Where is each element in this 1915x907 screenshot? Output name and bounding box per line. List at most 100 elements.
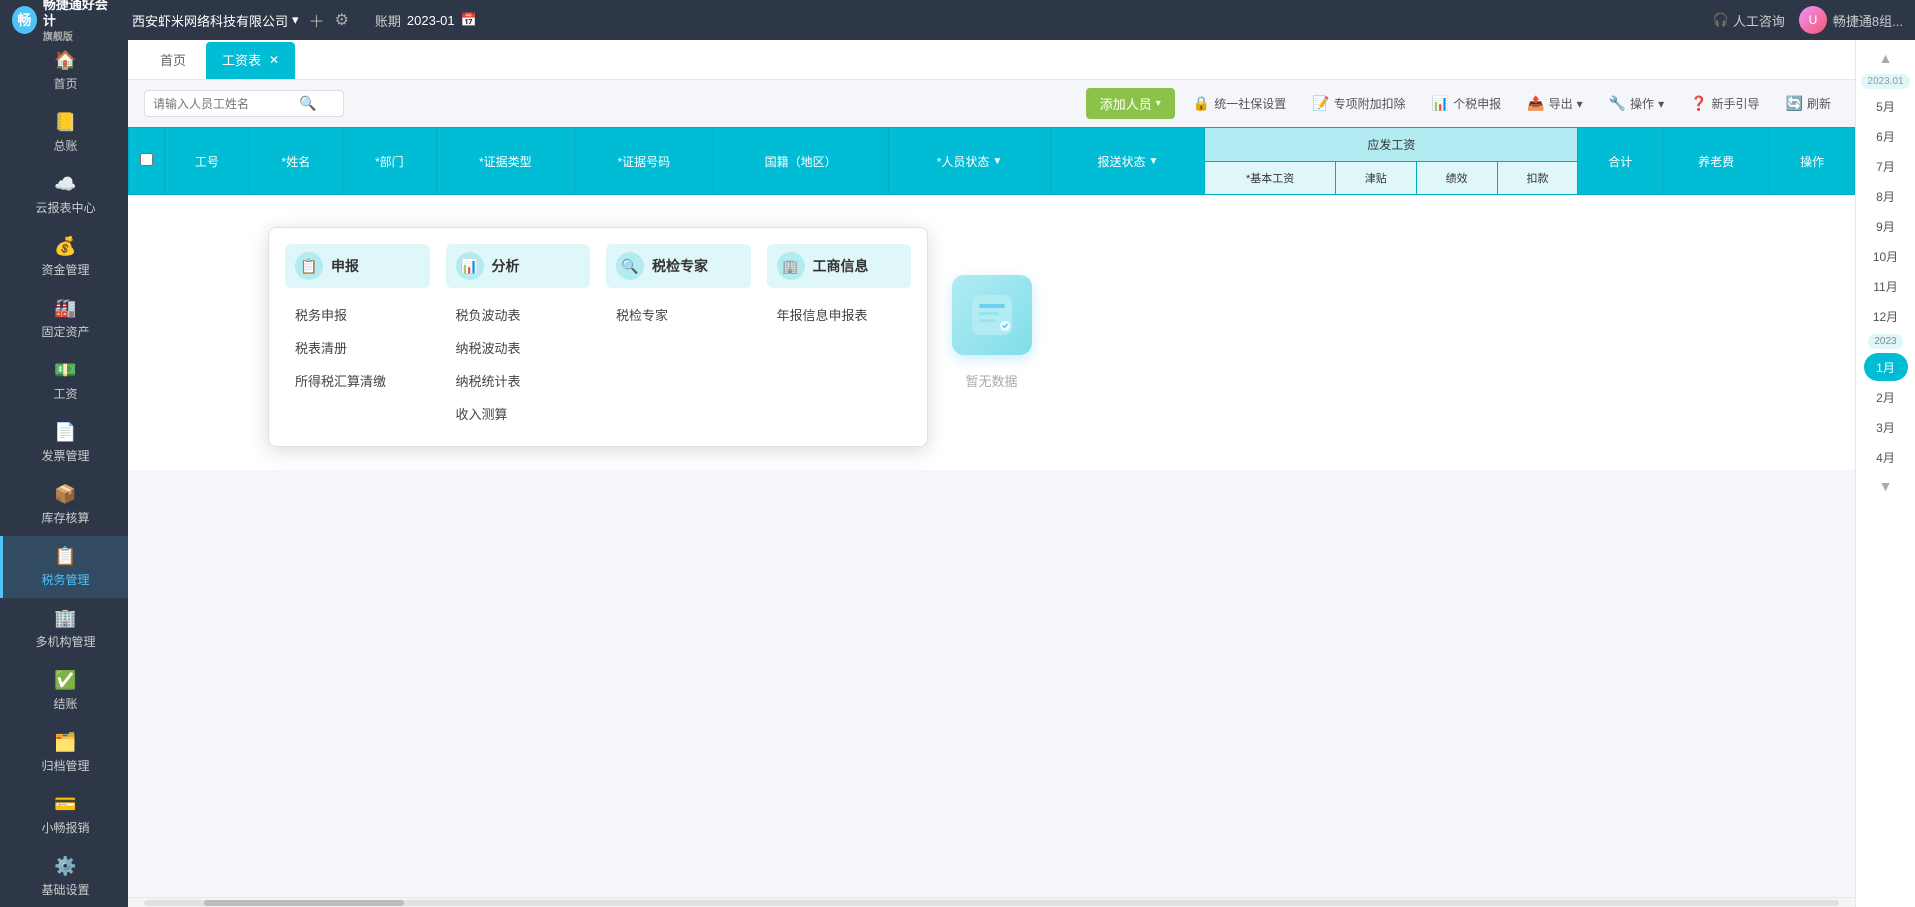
company-name: 西安虾米网络科技有限公司 bbox=[132, 11, 288, 30]
menu-item-annual-report[interactable]: 年报信息申报表 bbox=[767, 298, 912, 331]
menu-item-tax-table[interactable]: 税表清册 bbox=[285, 331, 430, 364]
sidebar-item-closing[interactable]: ✅ 结账 bbox=[0, 660, 128, 722]
sidebar-item-home[interactable]: 🏠 首页 bbox=[0, 40, 128, 102]
menu-item-tax-flow[interactable]: 纳税波动表 bbox=[446, 331, 591, 364]
rp-month-8[interactable]: 8月 bbox=[1864, 182, 1908, 210]
inventory-icon: 📦 bbox=[54, 484, 76, 505]
sidebar-item-fixed-assets[interactable]: 🏭 固定资产 bbox=[0, 288, 128, 350]
toolbar-actions: 🔒 统一社保设置 📝 专项附加扣除 📊 个税申报 📤 导出 ▾ 🔧 bbox=[1185, 91, 1839, 116]
sidebar-item-tax[interactable]: 📋 税务管理 bbox=[0, 536, 128, 598]
rp-month-7[interactable]: 7月 bbox=[1864, 152, 1908, 180]
rp-year-label-2023: 2023 bbox=[1868, 334, 1902, 349]
sidebar-label-cloud: 云报表中心 bbox=[35, 199, 95, 216]
app-logo-icon: 畅 bbox=[12, 6, 37, 34]
rp-month-5[interactable]: 5月 bbox=[1864, 92, 1908, 120]
personal-tax-icon: 📊 bbox=[1432, 95, 1449, 112]
sidebar-item-fund[interactable]: 💰 资金管理 bbox=[0, 226, 128, 288]
gongshang-section-icon: 🏢 bbox=[777, 252, 805, 280]
menu-item-tax-expert[interactable]: 税检专家 bbox=[606, 298, 751, 331]
th-status: *人员状态 ▼ bbox=[888, 128, 1051, 195]
refresh-btn[interactable]: 🔄 刷新 bbox=[1778, 91, 1839, 116]
tab-home-label: 首页 bbox=[160, 53, 186, 68]
sidebar-item-multi-org[interactable]: 🏢 多机构管理 bbox=[0, 598, 128, 660]
rp-nav-up[interactable]: ▲ bbox=[1874, 46, 1898, 70]
dropdown-section-shuijian: 🔍 税检专家 税检专家 bbox=[606, 244, 751, 430]
sidebar-item-promo[interactable]: 💳 小畅报销 bbox=[0, 784, 128, 846]
tab-close-icon[interactable]: ✕ bbox=[269, 53, 279, 67]
status-filter-icon[interactable]: ▼ bbox=[992, 156, 1002, 167]
closing-icon: ✅ bbox=[54, 670, 76, 691]
export-icon: 📤 bbox=[1527, 95, 1544, 112]
fund-icon: 💰 bbox=[54, 236, 76, 257]
user-menu[interactable]: U 畅捷通8组... bbox=[1799, 6, 1903, 34]
sidebar-label-home: 首页 bbox=[53, 75, 77, 92]
menu-item-tax-burden[interactable]: 税负波动表 bbox=[446, 298, 591, 331]
settings-icon[interactable]: ⚙ bbox=[335, 10, 349, 30]
sidebar-item-cloud-report[interactable]: ☁️ 云报表中心 bbox=[0, 164, 128, 226]
sidebar-item-inventory[interactable]: 📦 库存核算 bbox=[0, 474, 128, 536]
rp-nav-down[interactable]: ▼ bbox=[1874, 474, 1898, 498]
multi-org-icon: 🏢 bbox=[54, 608, 76, 629]
report-filter-icon[interactable]: ▼ bbox=[1148, 156, 1158, 167]
dropdown-section-gongshang: 🏢 工商信息 年报信息申报表 bbox=[767, 244, 912, 430]
export-btn[interactable]: 📤 导出 ▾ bbox=[1519, 91, 1590, 116]
app-subtitle: 旗舰版 bbox=[43, 28, 112, 43]
add-chevron-icon: ▾ bbox=[1156, 98, 1161, 109]
operation-btn[interactable]: 🔧 操作 ▾ bbox=[1601, 91, 1672, 116]
rp-month-6[interactable]: 6月 bbox=[1864, 122, 1908, 150]
sidebar-item-basic[interactable]: ⚙️ 基础设置 bbox=[0, 846, 128, 907]
search-icon[interactable]: 🔍 bbox=[299, 95, 316, 112]
rp-month-12[interactable]: 12月 bbox=[1864, 302, 1908, 330]
sidebar-label-tax: 税务管理 bbox=[41, 571, 89, 588]
period-label: 账期 bbox=[375, 11, 401, 30]
rp-month-1-active[interactable]: 1月 bbox=[1864, 353, 1908, 381]
sidebar-label-salary: 工资 bbox=[53, 385, 77, 402]
th-checkbox[interactable] bbox=[129, 128, 165, 195]
th-id-type: *证据类型 bbox=[436, 128, 575, 195]
th-action: 操作 bbox=[1770, 128, 1855, 195]
sidebar-item-ledger[interactable]: 📒 总账 bbox=[0, 102, 128, 164]
scroll-track[interactable] bbox=[144, 900, 1839, 906]
social-security-btn[interactable]: 🔒 统一社保设置 bbox=[1185, 91, 1294, 116]
select-all-checkbox[interactable] bbox=[140, 153, 153, 166]
rp-month-2[interactable]: 2月 bbox=[1864, 383, 1908, 411]
archive-icon: 🗂️ bbox=[54, 732, 76, 753]
fixed-assets-icon: 🏭 bbox=[54, 298, 76, 319]
add-company-icon[interactable]: ＋ bbox=[309, 8, 325, 32]
rp-month-3[interactable]: 3月 bbox=[1864, 413, 1908, 441]
scroll-thumb[interactable] bbox=[204, 900, 404, 906]
fenxi-title: 分析 bbox=[492, 256, 520, 276]
sidebar-item-salary[interactable]: 💵 工资 bbox=[0, 350, 128, 412]
header-right: 🎧 人工咨询 U 畅捷通8组... bbox=[1713, 6, 1903, 34]
period-info: 账期 2023-01 📅 bbox=[375, 11, 477, 30]
tab-salary[interactable]: 工资表 ✕ bbox=[206, 42, 295, 79]
tax-icon: 📋 bbox=[54, 546, 76, 567]
search-wrap[interactable]: 🔍 bbox=[144, 90, 344, 117]
company-selector[interactable]: 西安虾米网络科技有限公司 ▾ bbox=[132, 11, 299, 30]
sidebar-item-invoice[interactable]: 📄 发票管理 bbox=[0, 412, 128, 474]
tab-home[interactable]: 首页 bbox=[144, 42, 202, 79]
calendar-icon[interactable]: 📅 bbox=[461, 12, 477, 28]
rp-month-4[interactable]: 4月 bbox=[1864, 443, 1908, 471]
menu-item-tax-stat[interactable]: 纳税统计表 bbox=[446, 364, 591, 397]
empty-text: 暂无数据 bbox=[965, 371, 1017, 390]
new-guide-btn[interactable]: ❓ 新手引导 bbox=[1682, 91, 1767, 116]
help-button[interactable]: 🎧 人工咨询 bbox=[1713, 11, 1785, 30]
menu-item-tax-return[interactable]: 税务申报 bbox=[285, 298, 430, 331]
personal-tax-btn[interactable]: 📊 个税申报 bbox=[1424, 91, 1509, 116]
special-deduction-btn[interactable]: 📝 专项附加扣除 bbox=[1304, 91, 1413, 116]
rp-month-9[interactable]: 9月 bbox=[1864, 212, 1908, 240]
search-input[interactable] bbox=[153, 97, 293, 111]
th-pension: 养老费 bbox=[1663, 128, 1770, 195]
add-person-button[interactable]: 添加人员 ▾ bbox=[1086, 88, 1175, 119]
menu-item-income-calc[interactable]: 所得税汇算清缴 bbox=[285, 364, 430, 397]
section-title-shenbao: 📋 申报 bbox=[285, 244, 430, 288]
th-region: 国籍（地区） bbox=[713, 128, 888, 195]
sidebar-item-archive[interactable]: 🗂️ 归档管理 bbox=[0, 722, 128, 784]
sidebar: 🏠 首页 📒 总账 ☁️ 云报表中心 💰 资金管理 🏭 固定资产 💵 工资 📄 … bbox=[0, 40, 128, 907]
content-area: 首页 工资表 ✕ 🔍 添加人员 ▾ 🔒 统一社保设置 bbox=[128, 40, 1855, 907]
rp-month-10[interactable]: 10月 bbox=[1864, 242, 1908, 270]
rp-month-11[interactable]: 11月 bbox=[1864, 272, 1908, 300]
sidebar-label-basic: 基础设置 bbox=[41, 881, 89, 898]
menu-item-income-est[interactable]: 收入测算 bbox=[446, 397, 591, 430]
